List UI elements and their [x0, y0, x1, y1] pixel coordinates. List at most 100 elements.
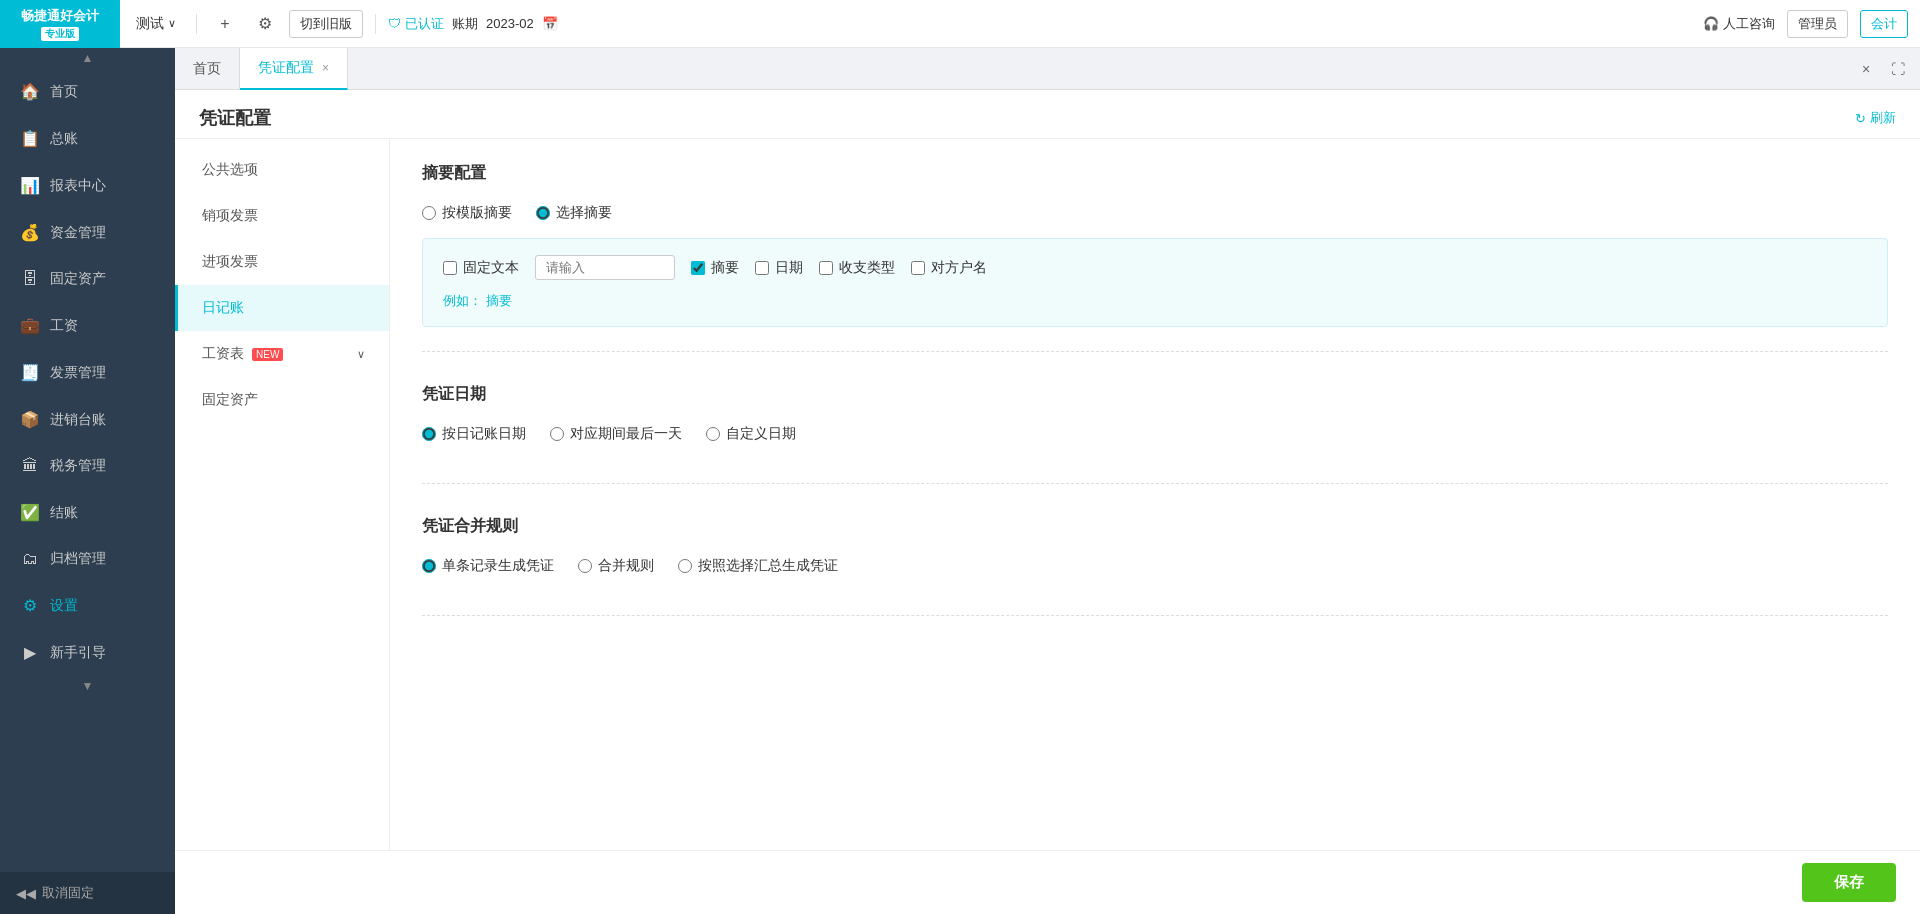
sidebar-item-tax[interactable]: 🏛 税务管理 [0, 443, 175, 489]
radio-last-day[interactable]: 对应期间最后一天 [550, 425, 682, 443]
sidebar-item-settings[interactable]: ⚙ 设置 [0, 582, 175, 629]
left-nav-journal[interactable]: 日记账 [175, 285, 389, 331]
sidebar-item-reports[interactable]: 📊 报表中心 [0, 162, 175, 209]
project-selector[interactable]: 测试 ∨ [128, 15, 184, 33]
sidebar-label-ledger: 总账 [50, 130, 78, 148]
sidebar-item-invoice[interactable]: 🧾 发票管理 [0, 349, 175, 396]
left-nav-public[interactable]: 公共选项 [175, 147, 389, 193]
reports-icon: 📊 [20, 176, 40, 195]
date-label: 日期 [775, 259, 803, 277]
radio-custom-date[interactable]: 自定义日期 [706, 425, 796, 443]
summary-section-title: 摘要配置 [422, 163, 1888, 184]
left-nav-purchase-invoice[interactable]: 进项发票 [175, 239, 389, 285]
sidebar-item-salary[interactable]: 💼 工资 [0, 302, 175, 349]
fixed-text-checkbox[interactable]: 固定文本 [443, 259, 519, 277]
funds-icon: 💰 [20, 223, 40, 242]
tab-home-label: 首页 [193, 60, 221, 78]
radio-summary-generate[interactable]: 按照选择汇总生成凭证 [678, 557, 838, 575]
sidebar-label-guide: 新手引导 [50, 644, 106, 662]
sidebar-label-salary: 工资 [50, 317, 78, 335]
sidebar-scroll-up[interactable]: ▲ [0, 48, 175, 68]
radio-last-day-label: 对应期间最后一天 [570, 425, 682, 443]
merge-section-title: 凭证合并规则 [422, 516, 1888, 537]
left-nav-sales-invoice[interactable]: 销项发票 [175, 193, 389, 239]
fullscreen-button[interactable]: ⛶ [1884, 55, 1912, 83]
sidebar-label-archive: 归档管理 [50, 550, 106, 568]
date-radio-group: 按日记账日期 对应期间最后一天 自定义日期 [422, 425, 1888, 443]
sidebar: ▲ 🏠 首页 📋 总账 📊 报表中心 💰 资金管理 🗄 固定资产 💼 工资 🧾 … [0, 48, 175, 914]
refresh-label: 刷新 [1870, 109, 1896, 127]
sidebar-item-home[interactable]: 🏠 首页 [0, 68, 175, 115]
tab-voucher-config-label: 凭证配置 [258, 59, 314, 77]
pin-icon: ◀◀ [16, 886, 36, 901]
chevron-down-icon: ∨ [168, 17, 176, 30]
sidebar-item-closing[interactable]: ✅ 结账 [0, 489, 175, 536]
fixed-text-label: 固定文本 [463, 259, 519, 277]
logo: 畅捷通好会计 专业版 [0, 0, 120, 48]
switch-version-button[interactable]: 切到旧版 [289, 10, 363, 38]
left-nav-payroll[interactable]: 工资表 NEW ∨ [175, 331, 389, 377]
refresh-icon: ↻ [1855, 111, 1866, 126]
tax-icon: 🏛 [20, 457, 40, 475]
sidebar-item-fixed-assets[interactable]: 🗄 固定资产 [0, 256, 175, 302]
shield-icon: 🛡 [388, 16, 401, 31]
user-button[interactable]: 管理员 [1787, 10, 1848, 38]
page-header: 凭证配置 ↻ 刷新 [175, 90, 1920, 139]
counterparty-checkbox[interactable]: 对方户名 [911, 259, 987, 277]
sidebar-item-archive[interactable]: 🗂 归档管理 [0, 536, 175, 582]
add-button[interactable]: + [209, 8, 241, 40]
sidebar-item-guide[interactable]: ▶ 新手引导 [0, 629, 175, 676]
counterparty-label: 对方户名 [931, 259, 987, 277]
sidebar-scroll-down[interactable]: ▼ [0, 676, 175, 696]
consult-button[interactable]: 🎧 人工咨询 [1703, 15, 1775, 33]
sidebar-item-ledger[interactable]: 📋 总账 [0, 115, 175, 162]
save-button[interactable]: 保存 [1802, 863, 1896, 902]
new-badge: NEW [252, 348, 283, 361]
sidebar-label-closing: 结账 [50, 504, 78, 522]
tab-actions: × ⛶ [1852, 55, 1920, 83]
period-display: 账期 2023-02 📅 [452, 15, 558, 33]
radio-merge-rules[interactable]: 合并规则 [578, 557, 654, 575]
date-section: 凭证日期 按日记账日期 对应期间最后一天 [422, 384, 1888, 484]
sidebar-item-funds[interactable]: 💰 资金管理 [0, 209, 175, 256]
radio-merge-label: 合并规则 [598, 557, 654, 575]
refresh-button[interactable]: ↻ 刷新 [1855, 109, 1896, 127]
tab-voucher-config[interactable]: 凭证配置 × [240, 48, 348, 90]
date-checkbox[interactable]: 日期 [755, 259, 803, 277]
fixed-text-input[interactable] [535, 255, 675, 280]
close-tab-button[interactable]: × [1852, 55, 1880, 83]
radio-single-record[interactable]: 单条记录生成凭证 [422, 557, 554, 575]
topbar: 畅捷通好会计 专业版 测试 ∨ + ⚙ 切到旧版 🛡 已认证 账期 2023-0… [0, 0, 1920, 48]
period-label: 账期 [452, 15, 478, 33]
merge-radio-group: 单条记录生成凭证 合并规则 按照选择汇总生成凭证 [422, 557, 1888, 575]
merge-section: 凭证合并规则 单条记录生成凭证 合并规则 [422, 516, 1888, 616]
summary-checkbox[interactable]: 摘要 [691, 259, 739, 277]
closing-icon: ✅ [20, 503, 40, 522]
payment-type-checkbox[interactable]: 收支类型 [819, 259, 895, 277]
sidebar-label-reports: 报表中心 [50, 177, 106, 195]
radio-select-summary[interactable]: 选择摘要 [536, 204, 612, 222]
cancel-fixed-button[interactable]: ◀◀ 取消固定 [0, 872, 175, 914]
page-content: 凭证配置 ↻ 刷新 公共选项 销项发票 进项发票 [175, 90, 1920, 914]
radio-template-summary[interactable]: 按模版摘要 [422, 204, 512, 222]
cancel-fixed-label: 取消固定 [42, 884, 94, 902]
radio-journal-date[interactable]: 按日记账日期 [422, 425, 526, 443]
archive-icon: 🗂 [20, 550, 40, 568]
content-area: 首页 凭证配置 × × ⛶ 凭证配置 ↻ 刷新 [175, 48, 1920, 914]
summary-config-box: 固定文本 摘要 日期 [422, 238, 1888, 327]
salary-icon: 💼 [20, 316, 40, 335]
config-layout: 公共选项 销项发票 进项发票 日记账 工资表 NEW [175, 139, 1920, 914]
headset-icon: 🎧 [1703, 16, 1719, 31]
role-button[interactable]: 会计 [1860, 10, 1908, 38]
radio-custom-label: 自定义日期 [726, 425, 796, 443]
project-name: 测试 [136, 15, 164, 33]
sidebar-item-purchase-sales[interactable]: 📦 进销台账 [0, 396, 175, 443]
topbar-right: 🎧 人工咨询 管理员 会计 [1703, 10, 1908, 38]
radio-template-label: 按模版摘要 [442, 204, 512, 222]
settings-icon-button[interactable]: ⚙ [249, 8, 281, 40]
tab-close-button[interactable]: × [322, 61, 329, 75]
tab-home[interactable]: 首页 [175, 48, 240, 90]
calendar-icon[interactable]: 📅 [542, 16, 558, 31]
page-title: 凭证配置 [199, 106, 271, 130]
left-nav-fixed-assets-config[interactable]: 固定资产 [175, 377, 389, 423]
